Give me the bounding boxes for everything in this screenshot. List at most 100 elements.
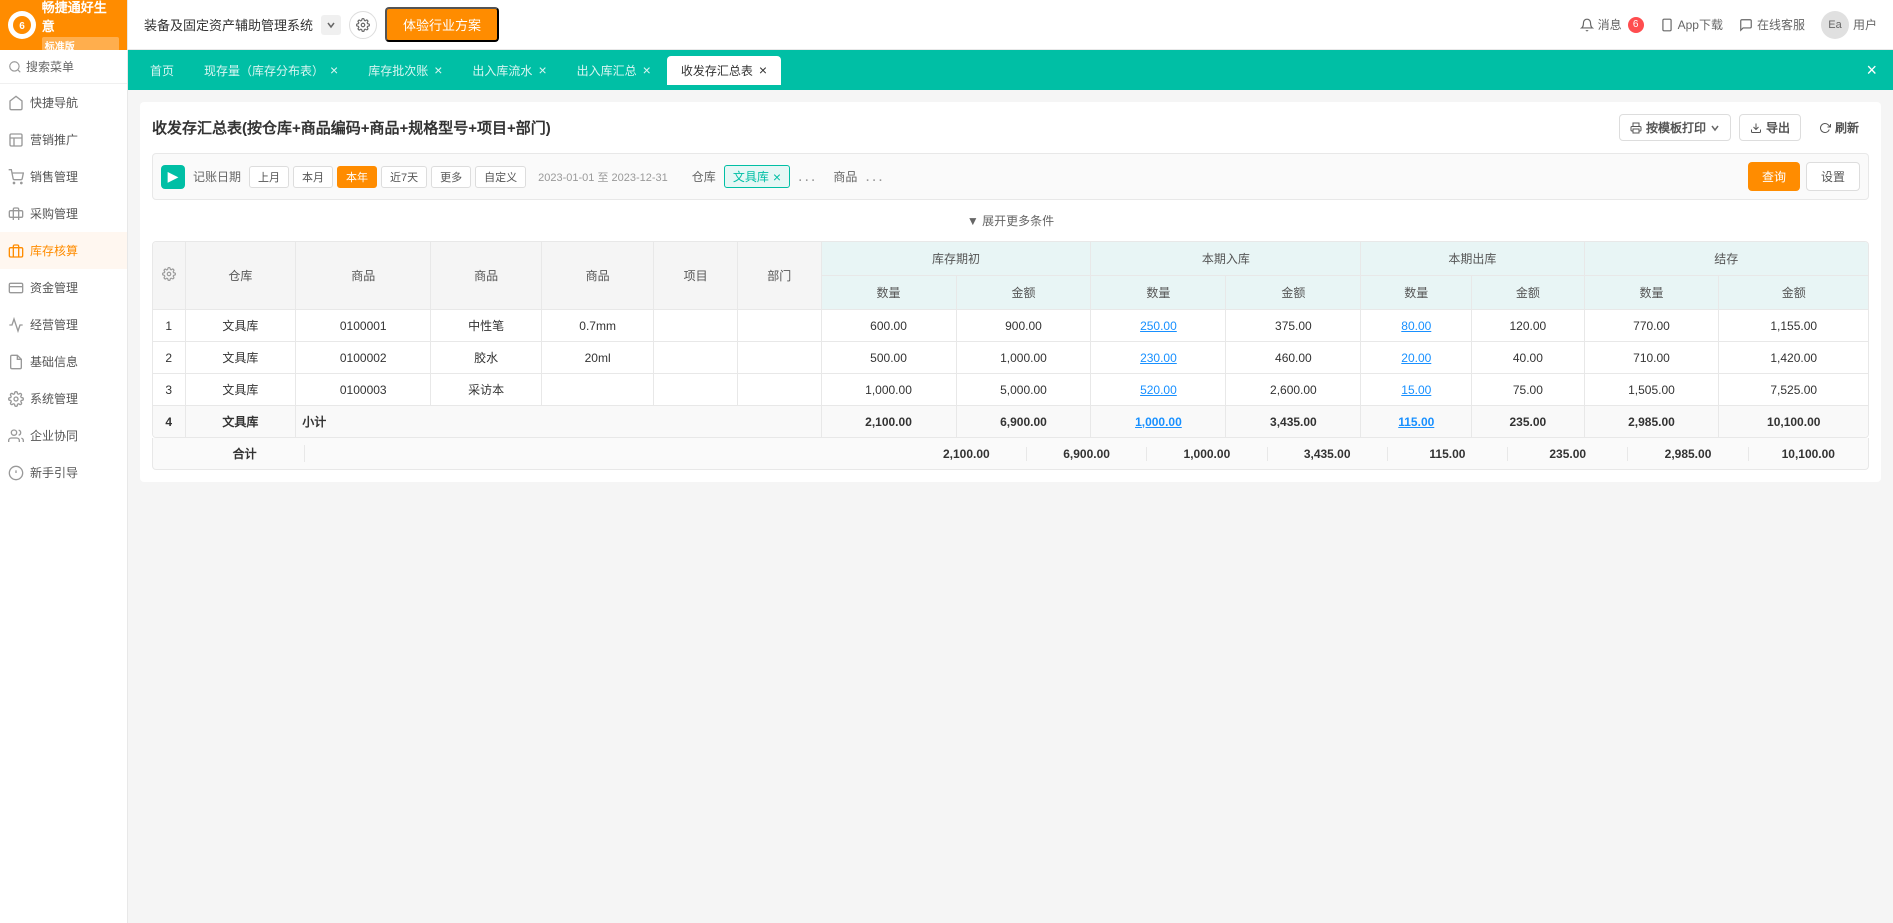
- sidebar-item-label: 采购管理: [30, 205, 78, 222]
- tab-close-icon[interactable]: ×: [538, 63, 546, 77]
- warehouse-remove-icon[interactable]: ×: [773, 169, 781, 185]
- total-init-qty: 2,100.00: [907, 447, 1027, 461]
- th-in-amt: 金额: [1226, 276, 1361, 310]
- sidebar: 6 畅捷通好生意 标准版 搜索菜单 快捷导航 营销推广 销售管理 采购管理 库存…: [0, 0, 128, 923]
- date-last-month[interactable]: 上月: [249, 166, 289, 188]
- sub-bal-qty: 2,985.00: [1584, 406, 1719, 438]
- warehouse-more[interactable]: ...: [798, 168, 817, 186]
- cell-project: [654, 374, 738, 406]
- print-button[interactable]: 按模板打印: [1619, 114, 1731, 141]
- cell-project: [654, 310, 738, 342]
- expand-more-bar[interactable]: ▼ 展开更多条件: [152, 208, 1869, 233]
- th-code: 商品: [296, 242, 431, 310]
- sidebar-item-label: 资金管理: [30, 279, 78, 296]
- th-gear[interactable]: [153, 242, 185, 310]
- sub-init-qty: 2,100.00: [821, 406, 956, 438]
- goods-more[interactable]: ...: [865, 168, 884, 186]
- svg-text:6: 6: [19, 21, 25, 32]
- sidebar-item-finance[interactable]: 资金管理: [0, 269, 127, 306]
- settings-icon[interactable]: [349, 11, 377, 39]
- tab-stock-dist[interactable]: 现存量（库存分布表） ×: [190, 56, 352, 85]
- filter-toggle-btn[interactable]: ▶: [161, 165, 185, 189]
- cell-init-amt: 900.00: [956, 310, 1091, 342]
- cell-bal-qty: 1,505.00: [1584, 374, 1719, 406]
- sidebar-item-operations[interactable]: 经营管理: [0, 306, 127, 343]
- sidebar-item-enterprise[interactable]: 企业协同: [0, 417, 127, 454]
- online-service-item[interactable]: 在线客服: [1739, 16, 1805, 33]
- date-7days[interactable]: 近7天: [381, 166, 427, 188]
- sidebar-item-label: 快捷导航: [30, 94, 78, 111]
- tab-flow[interactable]: 出入库流水 ×: [458, 56, 560, 85]
- app-download-item[interactable]: App下载: [1660, 16, 1723, 33]
- sub-label: 小计: [296, 406, 821, 438]
- date-custom[interactable]: 自定义: [475, 166, 526, 188]
- cell-bal-qty: 710.00: [1584, 342, 1719, 374]
- sidebar-item-label: 销售管理: [30, 168, 78, 185]
- refresh-button[interactable]: 刷新: [1809, 115, 1869, 140]
- warehouse-filter: 仓库 文具库 × ...: [692, 165, 818, 188]
- total-in-qty: 1,000.00: [1147, 447, 1267, 461]
- cell-in-qty[interactable]: 250.00: [1091, 310, 1226, 342]
- close-all-tabs-icon[interactable]: ×: [1858, 56, 1885, 85]
- sidebar-item-quick-nav[interactable]: 快捷导航: [0, 84, 127, 121]
- tab-summary[interactable]: 出入库汇总 ×: [563, 56, 665, 85]
- tab-close-icon[interactable]: ×: [434, 63, 442, 77]
- tab-close-icon[interactable]: ×: [759, 63, 767, 77]
- page-header: 收发存汇总表(按仓库+商品编码+商品+规格型号+项目+部门) 按模板打印 导出 …: [152, 114, 1869, 141]
- cell-init-amt: 5,000.00: [956, 374, 1091, 406]
- query-button[interactable]: 查询: [1748, 162, 1800, 191]
- tab-batch[interactable]: 库存批次账 ×: [354, 56, 456, 85]
- cell-init-qty: 600.00: [821, 310, 956, 342]
- tab-close-icon[interactable]: ×: [643, 63, 651, 77]
- sub-out-amt: 235.00: [1472, 406, 1584, 438]
- tab-label: 收发存汇总表: [681, 62, 753, 79]
- messages-item[interactable]: 消息 6: [1580, 16, 1644, 33]
- cell-dept: [737, 342, 821, 374]
- sidebar-item-label: 营销推广: [30, 131, 78, 148]
- tab-home[interactable]: 首页: [136, 56, 188, 85]
- sub-init-amt: 6,900.00: [956, 406, 1091, 438]
- cell-in-qty[interactable]: 230.00: [1091, 342, 1226, 374]
- cell-in-amt: 2,600.00: [1226, 374, 1361, 406]
- sidebar-item-inventory[interactable]: 库存核算: [0, 232, 127, 269]
- sidebar-item-basic[interactable]: 基础信息: [0, 343, 127, 380]
- th-dept: 部门: [737, 242, 821, 310]
- settings-button[interactable]: 设置: [1806, 162, 1860, 191]
- page-title: 收发存汇总表(按仓库+商品编码+商品+规格型号+项目+部门): [152, 117, 551, 138]
- table-row: 3 文具库 0100003 采访本 1,000.00 5,000.00 520.…: [153, 374, 1868, 406]
- sidebar-item-label: 库存核算: [30, 242, 78, 259]
- cell-init-amt: 1,000.00: [956, 342, 1091, 374]
- msg-label: 消息: [1598, 16, 1622, 33]
- sub-out-qty[interactable]: 115.00: [1361, 406, 1472, 438]
- cell-out-qty[interactable]: 15.00: [1361, 374, 1472, 406]
- sidebar-search[interactable]: 搜索菜单: [0, 50, 127, 84]
- tab-close-icon[interactable]: ×: [330, 63, 338, 77]
- cell-warehouse: 文具库: [185, 374, 296, 406]
- sidebar-item-purchase[interactable]: 采购管理: [0, 195, 127, 232]
- date-this-month[interactable]: 本月: [293, 166, 333, 188]
- topbar-right: 消息 6 App下载 在线客服 Ea 用户: [1580, 11, 1877, 39]
- cell-out-qty[interactable]: 80.00: [1361, 310, 1472, 342]
- cell-in-qty[interactable]: 520.00: [1091, 374, 1226, 406]
- cell-out-qty[interactable]: 20.00: [1361, 342, 1472, 374]
- tab-recv-send[interactable]: 收发存汇总表 ×: [667, 56, 781, 85]
- cell-name: 胶水: [431, 342, 542, 374]
- sidebar-item-system[interactable]: 系统管理: [0, 380, 127, 417]
- export-button[interactable]: 导出: [1739, 114, 1801, 141]
- user-item[interactable]: Ea 用户: [1821, 11, 1877, 39]
- msg-badge: 6: [1628, 17, 1644, 33]
- date-more[interactable]: 更多: [431, 166, 471, 188]
- cell-out-amt: 40.00: [1472, 342, 1584, 374]
- system-dropdown[interactable]: [321, 15, 341, 35]
- filter-toggle-icon: ▶: [168, 168, 179, 185]
- sidebar-item-guide[interactable]: 新手引导: [0, 454, 127, 491]
- warehouse-tag: 文具库 ×: [724, 165, 790, 188]
- table-row: 1 文具库 0100001 中性笔 0.7mm 600.00 900.00 25…: [153, 310, 1868, 342]
- sub-in-qty[interactable]: 1,000.00: [1091, 406, 1226, 438]
- sidebar-item-marketing[interactable]: 营销推广: [0, 121, 127, 158]
- date-this-year[interactable]: 本年: [337, 166, 377, 188]
- trial-button[interactable]: 体验行业方案: [385, 7, 499, 42]
- warehouse-label: 仓库: [692, 168, 716, 185]
- sidebar-item-sales[interactable]: 销售管理: [0, 158, 127, 195]
- tab-label: 出入库汇总: [577, 62, 637, 79]
